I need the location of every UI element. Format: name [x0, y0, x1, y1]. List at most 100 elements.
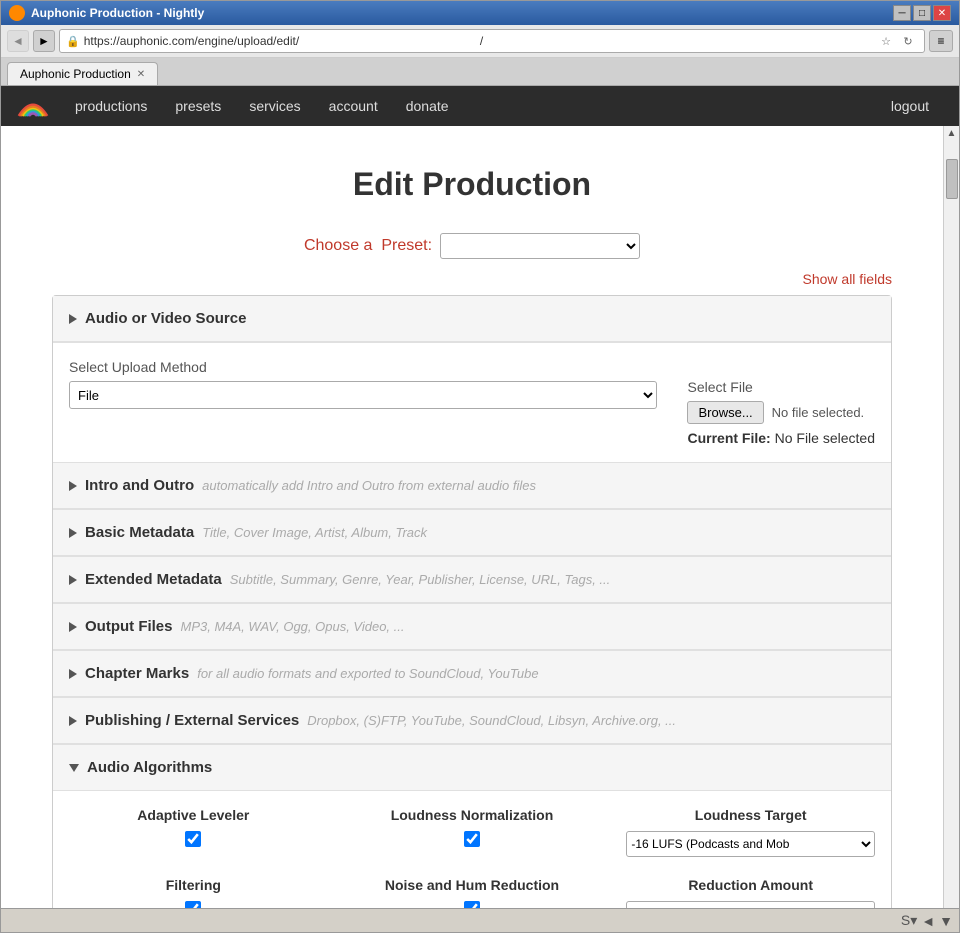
algo-loudness-normalization: Loudness Normalization — [348, 807, 597, 857]
title-bar: Auphonic Production - Nightly ─ □ ✕ — [1, 1, 959, 25]
maximize-button[interactable]: □ — [913, 5, 931, 21]
main-navigation: productions presets services account don… — [1, 86, 959, 126]
noise-hum-label: Noise and Hum Reduction — [385, 877, 559, 893]
vertical-scrollbar[interactable]: ▲ — [943, 126, 959, 908]
lock-icon: 🔒 — [66, 35, 80, 48]
main-content-area: Edit Production Choose a Preset: Show al… — [1, 126, 943, 908]
address-bar[interactable]: 🔒 https://auphonic.com/engine/upload/edi… — [59, 29, 925, 53]
section-header-output-files[interactable]: Output Files MP3, M4A, WAV, Ogg, Opus, V… — [53, 603, 891, 650]
logo-icon — [15, 92, 51, 120]
window-title: Auphonic Production - Nightly — [31, 6, 204, 20]
file-select-area: Select File Browse... No file selected. … — [687, 359, 875, 446]
forward-button[interactable]: ► — [33, 30, 55, 52]
section-hint-basic-metadata: Title, Cover Image, Artist, Album, Track — [202, 525, 427, 540]
section-label-publishing: Publishing / External Services — [85, 712, 299, 729]
preset-label-choose: Choose a — [304, 237, 373, 254]
nav-account[interactable]: account — [315, 88, 392, 124]
nav-presets[interactable]: presets — [161, 88, 235, 124]
minimize-button[interactable]: ─ — [893, 5, 911, 21]
address-actions: ☆ ↻ — [876, 31, 918, 51]
section-header-basic-metadata[interactable]: Basic Metadata Title, Cover Image, Artis… — [53, 509, 891, 556]
expand-icon-audio-source — [69, 314, 77, 324]
browser-tab[interactable]: Auphonic Production ✕ — [7, 62, 158, 85]
section-label-audio-algorithms: Audio Algorithms — [87, 759, 212, 776]
file-row: Browse... No file selected. — [687, 401, 875, 424]
section-header-audio-source[interactable]: Audio or Video Source — [53, 296, 891, 342]
browse-button[interactable]: Browse... — [687, 401, 763, 424]
browser-toolbar: ◄ ► 🔒 https://auphonic.com/engine/upload… — [1, 25, 959, 58]
section-hint-extended-metadata: Subtitle, Summary, Genre, Year, Publishe… — [230, 572, 611, 587]
app-icon — [9, 5, 25, 21]
adaptive-leveler-checkbox[interactable] — [185, 831, 201, 847]
nav-productions[interactable]: productions — [61, 88, 161, 124]
algorithm-grid: Adaptive Leveler Loudness Normalization … — [69, 807, 875, 908]
section-label-output-files: Output Files — [85, 618, 173, 635]
upload-method-label: Select Upload Method — [69, 359, 657, 375]
current-file-display: Current File: No File selected — [687, 430, 875, 446]
section-label-extended-metadata: Extended Metadata — [85, 571, 222, 588]
status-bar: S▾ ◄ ▼ — [1, 908, 959, 932]
nav-donate[interactable]: donate — [392, 88, 463, 124]
section-header-publishing[interactable]: Publishing / External Services Dropbox, … — [53, 697, 891, 744]
back-button[interactable]: ◄ — [7, 30, 29, 52]
algo-loudness-target: Loudness Target -16 LUFS (Podcasts and M… — [626, 807, 875, 857]
expand-icon-chapter-marks — [69, 669, 77, 679]
section-hint-chapter-marks: for all audio formats and exported to So… — [197, 666, 538, 681]
loudness-target-select[interactable]: -16 LUFS (Podcasts and Mob -23 LUFS (Bro… — [626, 831, 875, 857]
noise-hum-checkbox[interactable] — [464, 901, 480, 908]
url-suffix: / — [480, 34, 876, 48]
section-content-audio-algorithms: Adaptive Leveler Loudness Normalization … — [53, 791, 891, 908]
algo-reduction-amount: Reduction Amount Auto Low Medium High — [626, 877, 875, 908]
filtering-checkbox[interactable] — [185, 901, 201, 908]
scroll-thumb[interactable] — [946, 159, 958, 199]
section-label-intro-outro: Intro and Outro — [85, 477, 194, 494]
section-label-basic-metadata: Basic Metadata — [85, 524, 194, 541]
url-text: https://auphonic.com/engine/upload/edit/ — [84, 34, 480, 48]
browser-menu-button[interactable]: ≡ — [929, 30, 953, 52]
status-icon-1[interactable]: S▾ — [901, 912, 917, 929]
filtering-label: Filtering — [166, 877, 221, 893]
section-header-chapter-marks[interactable]: Chapter Marks for all audio formats and … — [53, 650, 891, 697]
loudness-normalization-checkbox[interactable] — [464, 831, 480, 847]
section-hint-intro-outro: automatically add Intro and Outro from e… — [202, 478, 536, 493]
nav-logout[interactable]: logout — [877, 88, 943, 124]
expand-icon-extended-metadata — [69, 575, 77, 585]
scroll-up-button[interactable]: ▲ — [947, 128, 957, 139]
window-title-area: Auphonic Production - Nightly — [9, 5, 204, 21]
reduction-amount-label: Reduction Amount — [688, 877, 813, 893]
section-hint-output-files: MP3, M4A, WAV, Ogg, Opus, Video, ... — [181, 619, 405, 634]
page-title: Edit Production — [52, 166, 892, 203]
section-label-audio-source: Audio or Video Source — [85, 310, 246, 327]
current-file-label: Current File: — [687, 430, 770, 446]
section-hint-publishing: Dropbox, (S)FTP, YouTube, SoundCloud, Li… — [307, 713, 676, 728]
algo-adaptive-leveler: Adaptive Leveler — [69, 807, 318, 857]
section-header-extended-metadata[interactable]: Extended Metadata Subtitle, Summary, Gen… — [53, 556, 891, 603]
algo-filtering: Filtering — [69, 877, 318, 908]
section-header-intro-outro[interactable]: Intro and Outro automatically add Intro … — [53, 462, 891, 509]
expand-icon-publishing — [69, 716, 77, 726]
tab-label: Auphonic Production — [20, 67, 131, 81]
nav-services[interactable]: services — [235, 88, 314, 124]
window-controls: ─ □ ✕ — [893, 5, 951, 21]
expand-icon-output-files — [69, 622, 77, 632]
current-file-value: No File selected — [775, 430, 875, 446]
preset-select[interactable] — [440, 233, 640, 259]
sections-container: Audio or Video Source Select Upload Meth… — [52, 295, 892, 908]
status-icon-2[interactable]: ◄ — [921, 913, 935, 929]
tab-close-button[interactable]: ✕ — [137, 69, 145, 80]
preset-link[interactable]: Preset: — [381, 237, 432, 254]
close-button[interactable]: ✕ — [933, 5, 951, 21]
expand-icon-intro-outro — [69, 481, 77, 491]
reduction-amount-select[interactable]: Auto Low Medium High — [626, 901, 875, 908]
section-header-audio-algorithms[interactable]: Audio Algorithms — [53, 744, 891, 791]
upload-method-select[interactable]: File URL FTP — [69, 381, 657, 409]
loudness-target-label: Loudness Target — [695, 807, 807, 823]
expand-icon-basic-metadata — [69, 528, 77, 538]
section-label-chapter-marks: Chapter Marks — [85, 665, 189, 682]
bookmark-button[interactable]: ☆ — [876, 31, 896, 51]
collapse-icon-audio-algorithms — [69, 764, 79, 772]
refresh-button[interactable]: ↻ — [898, 31, 918, 51]
preset-chooser-row: Choose a Preset: — [52, 233, 892, 259]
status-icon-3[interactable]: ▼ — [939, 913, 953, 929]
show-all-fields-link[interactable]: Show all fields — [803, 271, 893, 287]
